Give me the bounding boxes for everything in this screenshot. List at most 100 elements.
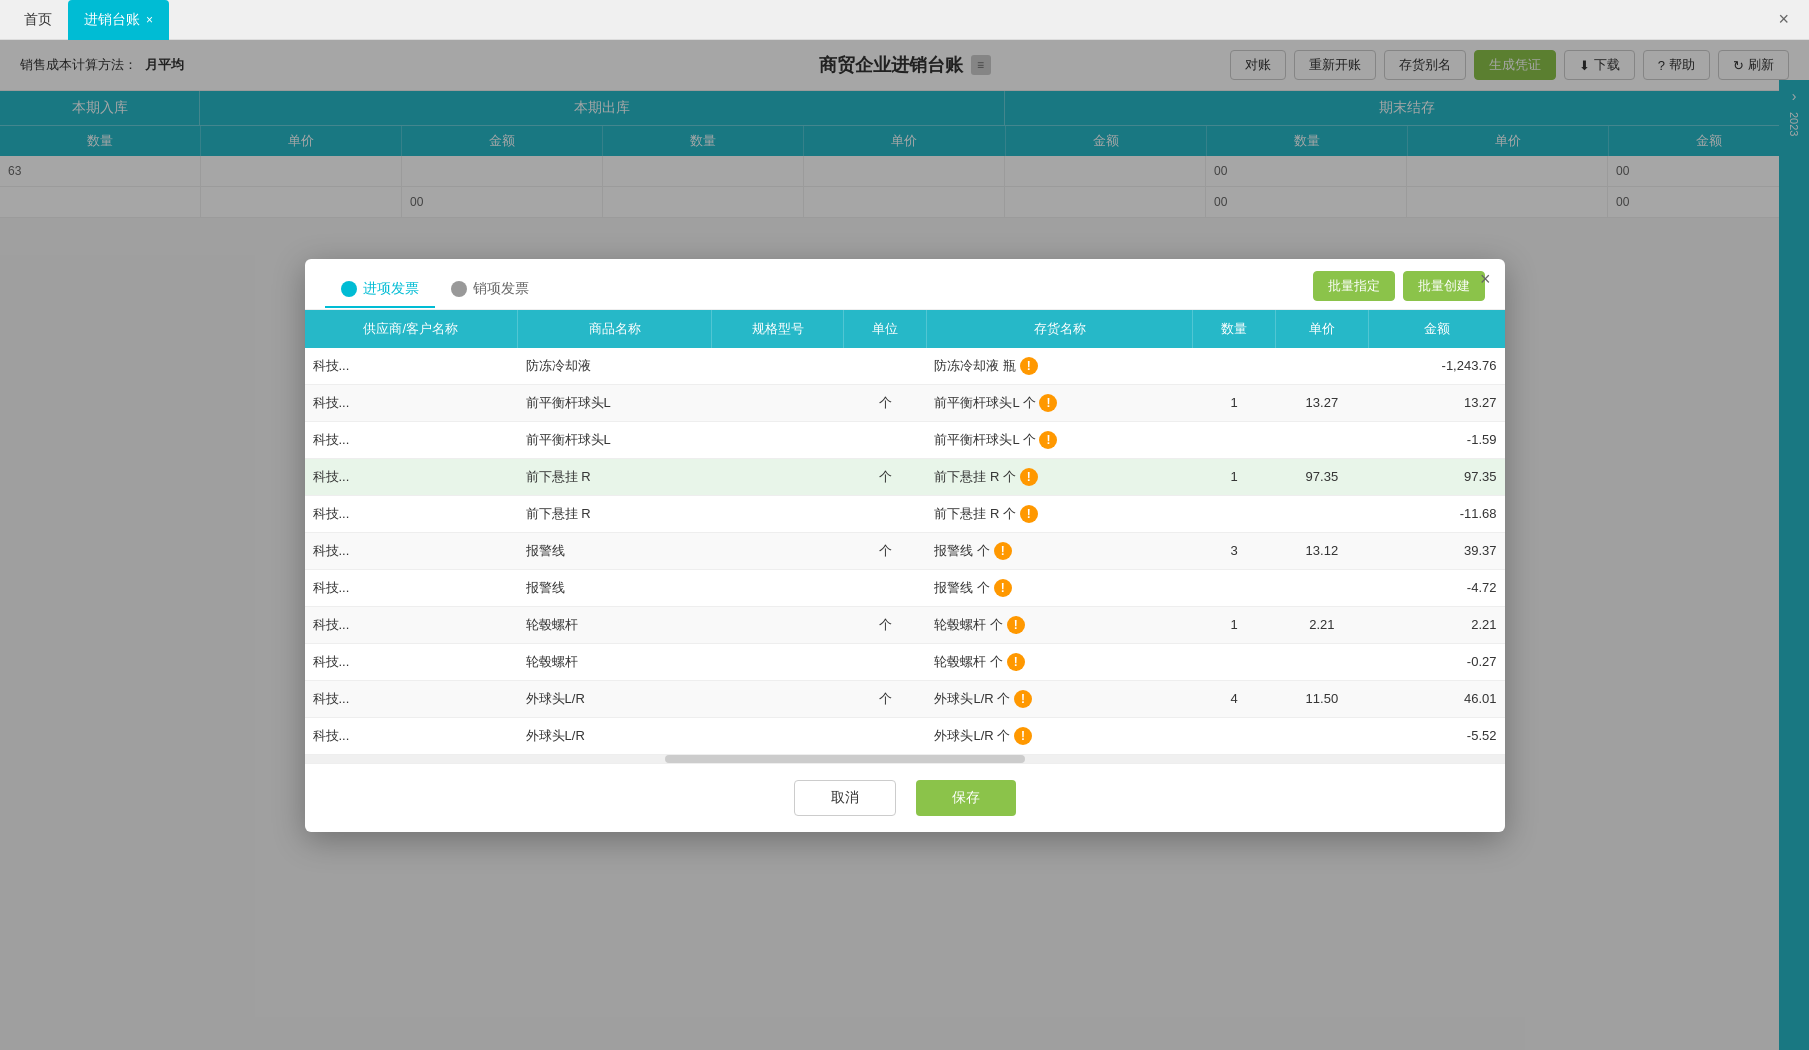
cell-supplier-0: 科技... (305, 348, 518, 385)
cell-qty-5: 3 (1193, 532, 1275, 569)
cell-product-0: 防冻冷却液 (518, 348, 712, 385)
table-row: 科技... 前下悬挂 R 前下悬挂 R 个 ! -11.68 (305, 495, 1505, 532)
cell-inventory-5: 报警线 个 ! (926, 532, 1192, 569)
cell-amount-6: -4.72 (1368, 569, 1504, 606)
warn-icon[interactable]: ! (1039, 394, 1057, 412)
cell-amount-1: 13.27 (1368, 384, 1504, 421)
cell-product-2: 前平衡杆球头L (518, 421, 712, 458)
cell-amount-7: 2.21 (1368, 606, 1504, 643)
cell-spec-2 (712, 421, 844, 458)
table-row: 科技... 前平衡杆球头L 个 前平衡杆球头L 个 ! 1 13.27 13.2… (305, 384, 1505, 421)
cell-supplier-5: 科技... (305, 532, 518, 569)
tab-home[interactable]: 首页 (8, 0, 68, 40)
cell-unit-3: 个 (844, 458, 926, 495)
cell-supplier-10: 科技... (305, 717, 518, 754)
cell-price-6 (1275, 569, 1368, 606)
table-row: 科技... 报警线 个 报警线 个 ! 3 13.12 39.37 (305, 532, 1505, 569)
table-row: 科技... 前平衡杆球头L 前平衡杆球头L 个 ! -1.59 (305, 421, 1505, 458)
cell-product-8: 轮毂螺杆 (518, 643, 712, 680)
cell-qty-10 (1193, 717, 1275, 754)
cell-supplier-3: 科技... (305, 458, 518, 495)
window-close-button[interactable]: × (1766, 9, 1801, 30)
cell-amount-4: -11.68 (1368, 495, 1504, 532)
warn-icon[interactable]: ! (1039, 431, 1057, 449)
warn-icon[interactable]: ! (1014, 690, 1032, 708)
cell-unit-0 (844, 348, 926, 385)
cell-spec-8 (712, 643, 844, 680)
cell-product-3: 前下悬挂 R (518, 458, 712, 495)
cell-inventory-7: 轮毂螺杆 个 ! (926, 606, 1192, 643)
cell-qty-1: 1 (1193, 384, 1275, 421)
cell-spec-10 (712, 717, 844, 754)
tab-ledger[interactable]: 进销台账 × (68, 0, 169, 40)
modal-header: 进项发票 销项发票 批量指定 批量创建 × (305, 259, 1505, 310)
cell-unit-5: 个 (844, 532, 926, 569)
cell-supplier-8: 科技... (305, 643, 518, 680)
cell-qty-7: 1 (1193, 606, 1275, 643)
warn-icon[interactable]: ! (1020, 505, 1038, 523)
cell-product-5: 报警线 (518, 532, 712, 569)
warn-icon[interactable]: ! (994, 579, 1012, 597)
modal-body: 供应商/客户名称 商品名称 规格型号 单位 存货名称 数量 单价 金额 科技..… (305, 310, 1505, 755)
cell-qty-2 (1193, 421, 1275, 458)
cell-product-9: 外球头L/R (518, 680, 712, 717)
table-row: 科技... 报警线 报警线 个 ! -4.72 (305, 569, 1505, 606)
cell-supplier-9: 科技... (305, 680, 518, 717)
cell-inventory-2: 前平衡杆球头L 个 ! (926, 421, 1192, 458)
modal-footer: 取消 保存 (305, 763, 1505, 832)
cell-unit-6 (844, 569, 926, 606)
table-row: 科技... 防冻冷却液 防冻冷却液 瓶 ! -1,243.76 (305, 348, 1505, 385)
th-supplier: 供应商/客户名称 (305, 310, 518, 348)
warn-icon[interactable]: ! (1007, 616, 1025, 634)
save-button[interactable]: 保存 (916, 780, 1016, 816)
cell-product-10: 外球头L/R (518, 717, 712, 754)
cell-qty-9: 4 (1193, 680, 1275, 717)
cancel-button[interactable]: 取消 (794, 780, 896, 816)
warn-icon[interactable]: ! (994, 542, 1012, 560)
cell-spec-0 (712, 348, 844, 385)
cell-qty-0 (1193, 348, 1275, 385)
th-price: 单价 (1275, 310, 1368, 348)
cell-qty-6 (1193, 569, 1275, 606)
table-row: 科技... 轮毂螺杆 个 轮毂螺杆 个 ! 1 2.21 2.21 (305, 606, 1505, 643)
cell-unit-2 (844, 421, 926, 458)
cell-amount-0: -1,243.76 (1368, 348, 1504, 385)
th-inventory: 存货名称 (926, 310, 1192, 348)
batch-create-button[interactable]: 批量创建 (1403, 271, 1485, 301)
modal-close-button[interactable]: × (1480, 269, 1491, 290)
table-row: 科技... 外球头L/R 外球头L/R 个 ! -5.52 (305, 717, 1505, 754)
cell-price-10 (1275, 717, 1368, 754)
th-amount: 金额 (1368, 310, 1504, 348)
warn-icon[interactable]: ! (1014, 727, 1032, 745)
cell-product-6: 报警线 (518, 569, 712, 606)
table-row: 科技... 前下悬挂 R 个 前下悬挂 R 个 ! 1 97.35 97.35 (305, 458, 1505, 495)
cell-amount-9: 46.01 (1368, 680, 1504, 717)
cell-spec-4 (712, 495, 844, 532)
cell-supplier-7: 科技... (305, 606, 518, 643)
incoming-icon (341, 281, 357, 297)
tab-ledger-close[interactable]: × (146, 13, 153, 27)
cell-product-1: 前平衡杆球头L (518, 384, 712, 421)
cell-spec-7 (712, 606, 844, 643)
cell-price-9: 11.50 (1275, 680, 1368, 717)
th-spec: 规格型号 (712, 310, 844, 348)
warn-icon[interactable]: ! (1007, 653, 1025, 671)
cell-unit-10 (844, 717, 926, 754)
table-row: 科技... 外球头L/R 个 外球头L/R 个 ! 4 11.50 46.01 (305, 680, 1505, 717)
cell-amount-5: 39.37 (1368, 532, 1504, 569)
warn-icon[interactable]: ! (1020, 357, 1038, 375)
modal-dialog: 进项发票 销项发票 批量指定 批量创建 × 供应商/客户名称 (305, 259, 1505, 832)
cell-qty-3: 1 (1193, 458, 1275, 495)
cell-inventory-6: 报警线 个 ! (926, 569, 1192, 606)
warn-icon[interactable]: ! (1020, 468, 1038, 486)
modal-scrollbar-thumb[interactable] (665, 755, 1025, 763)
invoice-table: 供应商/客户名称 商品名称 规格型号 单位 存货名称 数量 单价 金额 科技..… (305, 310, 1505, 755)
th-unit: 单位 (844, 310, 926, 348)
batch-assign-button[interactable]: 批量指定 (1313, 271, 1395, 301)
cell-inventory-10: 外球头L/R 个 ! (926, 717, 1192, 754)
tab-outgoing-invoice[interactable]: 销项发票 (435, 272, 545, 308)
table-header-row: 供应商/客户名称 商品名称 规格型号 单位 存货名称 数量 单价 金额 (305, 310, 1505, 348)
tab-incoming-invoice[interactable]: 进项发票 (325, 272, 435, 308)
cell-spec-9 (712, 680, 844, 717)
cell-unit-4 (844, 495, 926, 532)
